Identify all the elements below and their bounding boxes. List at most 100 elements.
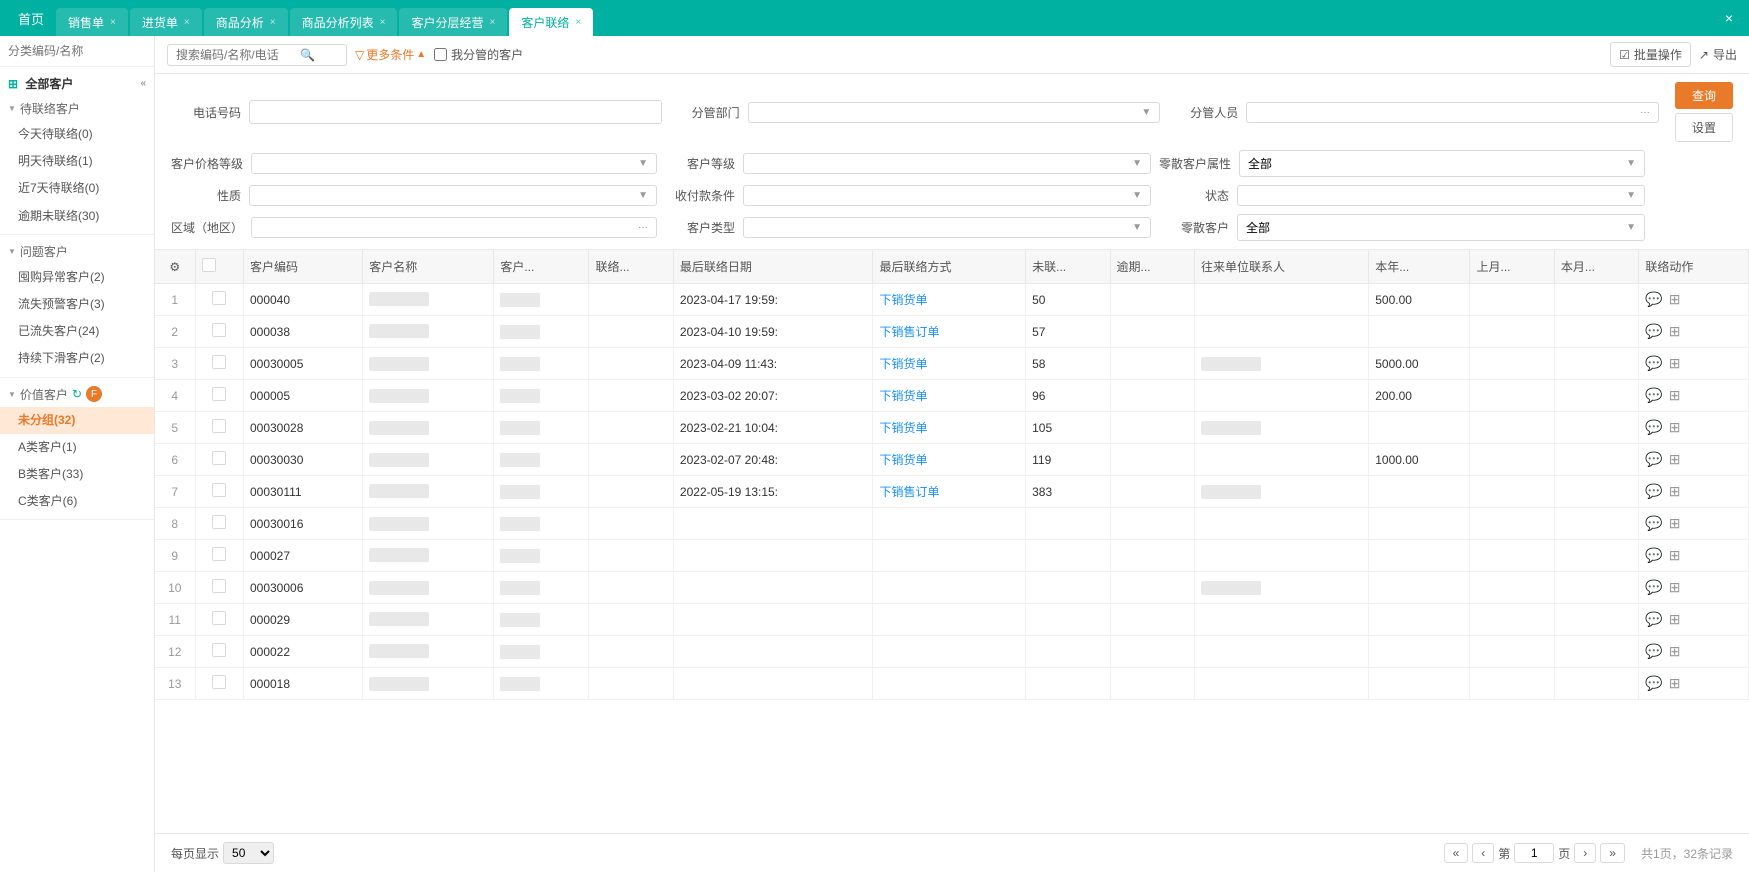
all-customers-header[interactable]: ⊞ 全部客户 « (0, 67, 154, 96)
chat-icon-3[interactable]: 💬 (1645, 387, 1662, 404)
method-link-3[interactable]: 下销货单 (879, 389, 927, 403)
prev-page-btn[interactable]: ‹ (1472, 843, 1494, 863)
row-checkbox-11[interactable] (212, 643, 226, 657)
method-link-6[interactable]: 下销售订单 (879, 485, 939, 499)
row-checkbox-6[interactable] (212, 483, 226, 497)
grid-action-icon-6[interactable]: ⊞ (1669, 483, 1681, 500)
chat-icon-5[interactable]: 💬 (1645, 451, 1662, 468)
grid-action-icon-12[interactable]: ⊞ (1669, 675, 1681, 692)
nav-tab-close-2[interactable]: × (270, 17, 276, 28)
grid-action-icon-2[interactable]: ⊞ (1669, 355, 1681, 372)
first-page-btn[interactable]: « (1444, 843, 1469, 863)
td-check-5[interactable] (195, 444, 243, 476)
method-link-2[interactable]: 下销货单 (879, 357, 927, 371)
td-check-0[interactable] (195, 284, 243, 316)
chat-icon-7[interactable]: 💬 (1645, 515, 1662, 532)
td-check-9[interactable] (195, 572, 243, 604)
filter-input-phone[interactable] (249, 100, 662, 124)
grid-action-icon-4[interactable]: ⊞ (1669, 419, 1681, 436)
nav-tab-close-0[interactable]: × (110, 17, 116, 28)
grid-action-icon-9[interactable]: ⊞ (1669, 579, 1681, 596)
nav-tab-2[interactable]: 商品分析× (204, 8, 288, 36)
sidebar-item-g0-0[interactable]: 今天待联络(0) (0, 121, 154, 148)
nav-tab-4[interactable]: 客户分层经营× (399, 8, 507, 36)
filter-select-payment[interactable]: ▼ (743, 185, 1151, 206)
row-checkbox-8[interactable] (212, 547, 226, 561)
method-link-0[interactable]: 下销货单 (879, 293, 927, 307)
sidebar-group-label-0[interactable]: ▼ 待联络客户 (0, 96, 154, 121)
sidebar-group-label-1[interactable]: ▼ 问题客户 (0, 239, 154, 264)
row-checkbox-7[interactable] (212, 515, 226, 529)
row-checkbox-2[interactable] (212, 355, 226, 369)
td-check-8[interactable] (195, 540, 243, 572)
grid-action-icon-8[interactable]: ⊞ (1669, 547, 1681, 564)
nav-tab-close-5[interactable]: × (575, 17, 581, 28)
filter-select-retail-cust[interactable]: 全部 ▼ (1237, 214, 1645, 241)
grid-action-icon-5[interactable]: ⊞ (1669, 451, 1681, 468)
row-checkbox-0[interactable] (212, 291, 226, 305)
sidebar-item-g2-0[interactable]: 未分组(32) (0, 407, 154, 434)
chat-icon-8[interactable]: 💬 (1645, 547, 1662, 564)
nav-close-all-btn[interactable]: × (1717, 10, 1741, 26)
sidebar-item-g1-0[interactable]: 囤购异常客户(2) (0, 264, 154, 291)
th-settings[interactable]: ⚙ (155, 250, 195, 284)
filter-select-retail-attr[interactable]: 全部 ▼ (1239, 150, 1645, 177)
chat-icon-0[interactable]: 💬 (1645, 291, 1662, 308)
filter-select-price-grade[interactable]: ▼ (251, 153, 657, 174)
chat-icon-11[interactable]: 💬 (1645, 643, 1662, 660)
chat-icon-4[interactable]: 💬 (1645, 419, 1662, 436)
filter-select-cust-type[interactable]: ▼ (743, 217, 1151, 238)
td-check-12[interactable] (195, 668, 243, 700)
chat-icon-12[interactable]: 💬 (1645, 675, 1662, 692)
filter-select-cust-grade[interactable]: ▼ (743, 153, 1151, 174)
settings-icon[interactable]: ⚙ (169, 260, 180, 274)
filter-select-nature[interactable]: ▼ (249, 185, 657, 206)
page-input[interactable] (1514, 843, 1554, 863)
filter-select-region[interactable]: ··· (251, 217, 657, 238)
td-check-6[interactable] (195, 476, 243, 508)
nav-home[interactable]: 首页 (8, 9, 54, 28)
grid-action-icon-1[interactable]: ⊞ (1669, 323, 1681, 340)
sidebar-item-g2-1[interactable]: A类客户(1) (0, 434, 154, 461)
filter-search-input[interactable] (176, 48, 296, 62)
row-checkbox-5[interactable] (212, 451, 226, 465)
more-conditions-btn[interactable]: ▽ 更多条件 ▲ (355, 46, 426, 63)
export-btn[interactable]: ↗ 导出 (1699, 46, 1737, 63)
sidebar-item-g2-2[interactable]: B类客户(33) (0, 461, 154, 488)
sidebar-group-label-2[interactable]: ▼ 价值客户↻ F (0, 382, 154, 407)
row-checkbox-3[interactable] (212, 387, 226, 401)
row-checkbox-10[interactable] (212, 611, 226, 625)
nav-tab-0[interactable]: 销售单× (56, 8, 128, 36)
chat-icon-6[interactable]: 💬 (1645, 483, 1662, 500)
filter-select-status[interactable]: ▼ (1237, 185, 1645, 206)
nav-tab-5[interactable]: 客户联络× (509, 8, 593, 36)
grid-action-icon-7[interactable]: ⊞ (1669, 515, 1681, 532)
nav-tab-1[interactable]: 进货单× (130, 8, 202, 36)
td-check-7[interactable] (195, 508, 243, 540)
select-all-checkbox[interactable] (202, 258, 216, 272)
sidebar-item-g1-2[interactable]: 已流失客户(24) (0, 318, 154, 345)
last-page-btn[interactable]: » (1600, 843, 1625, 863)
sidebar-item-g0-1[interactable]: 明天待联络(1) (0, 148, 154, 175)
filter-search-icon[interactable]: 🔍 (300, 48, 315, 62)
chat-icon-2[interactable]: 💬 (1645, 355, 1662, 372)
chat-icon-9[interactable]: 💬 (1645, 579, 1662, 596)
group-refresh-icon-2[interactable]: ↻ (72, 387, 82, 401)
method-link-4[interactable]: 下销货单 (879, 421, 927, 435)
grid-action-icon-11[interactable]: ⊞ (1669, 643, 1681, 660)
row-checkbox-4[interactable] (212, 419, 226, 433)
td-check-3[interactable] (195, 380, 243, 412)
method-link-5[interactable]: 下销货单 (879, 453, 927, 467)
method-link-1[interactable]: 下销售订单 (879, 325, 939, 339)
next-page-btn[interactable]: › (1574, 843, 1596, 863)
query-btn[interactable]: 查询 (1675, 82, 1733, 109)
grid-action-icon-0[interactable]: ⊞ (1669, 291, 1681, 308)
reset-btn[interactable]: 设置 (1675, 113, 1733, 142)
nav-tab-3[interactable]: 商品分析列表× (290, 8, 398, 36)
filter-select-manager[interactable]: ··· (1246, 102, 1659, 123)
sidebar-item-g1-3[interactable]: 持续下滑客户(2) (0, 345, 154, 372)
nav-tab-close-1[interactable]: × (184, 17, 190, 28)
sidebar-item-g0-2[interactable]: 近7天待联络(0) (0, 175, 154, 202)
td-check-4[interactable] (195, 412, 243, 444)
sidebar-item-g1-1[interactable]: 流失预警客户(3) (0, 291, 154, 318)
